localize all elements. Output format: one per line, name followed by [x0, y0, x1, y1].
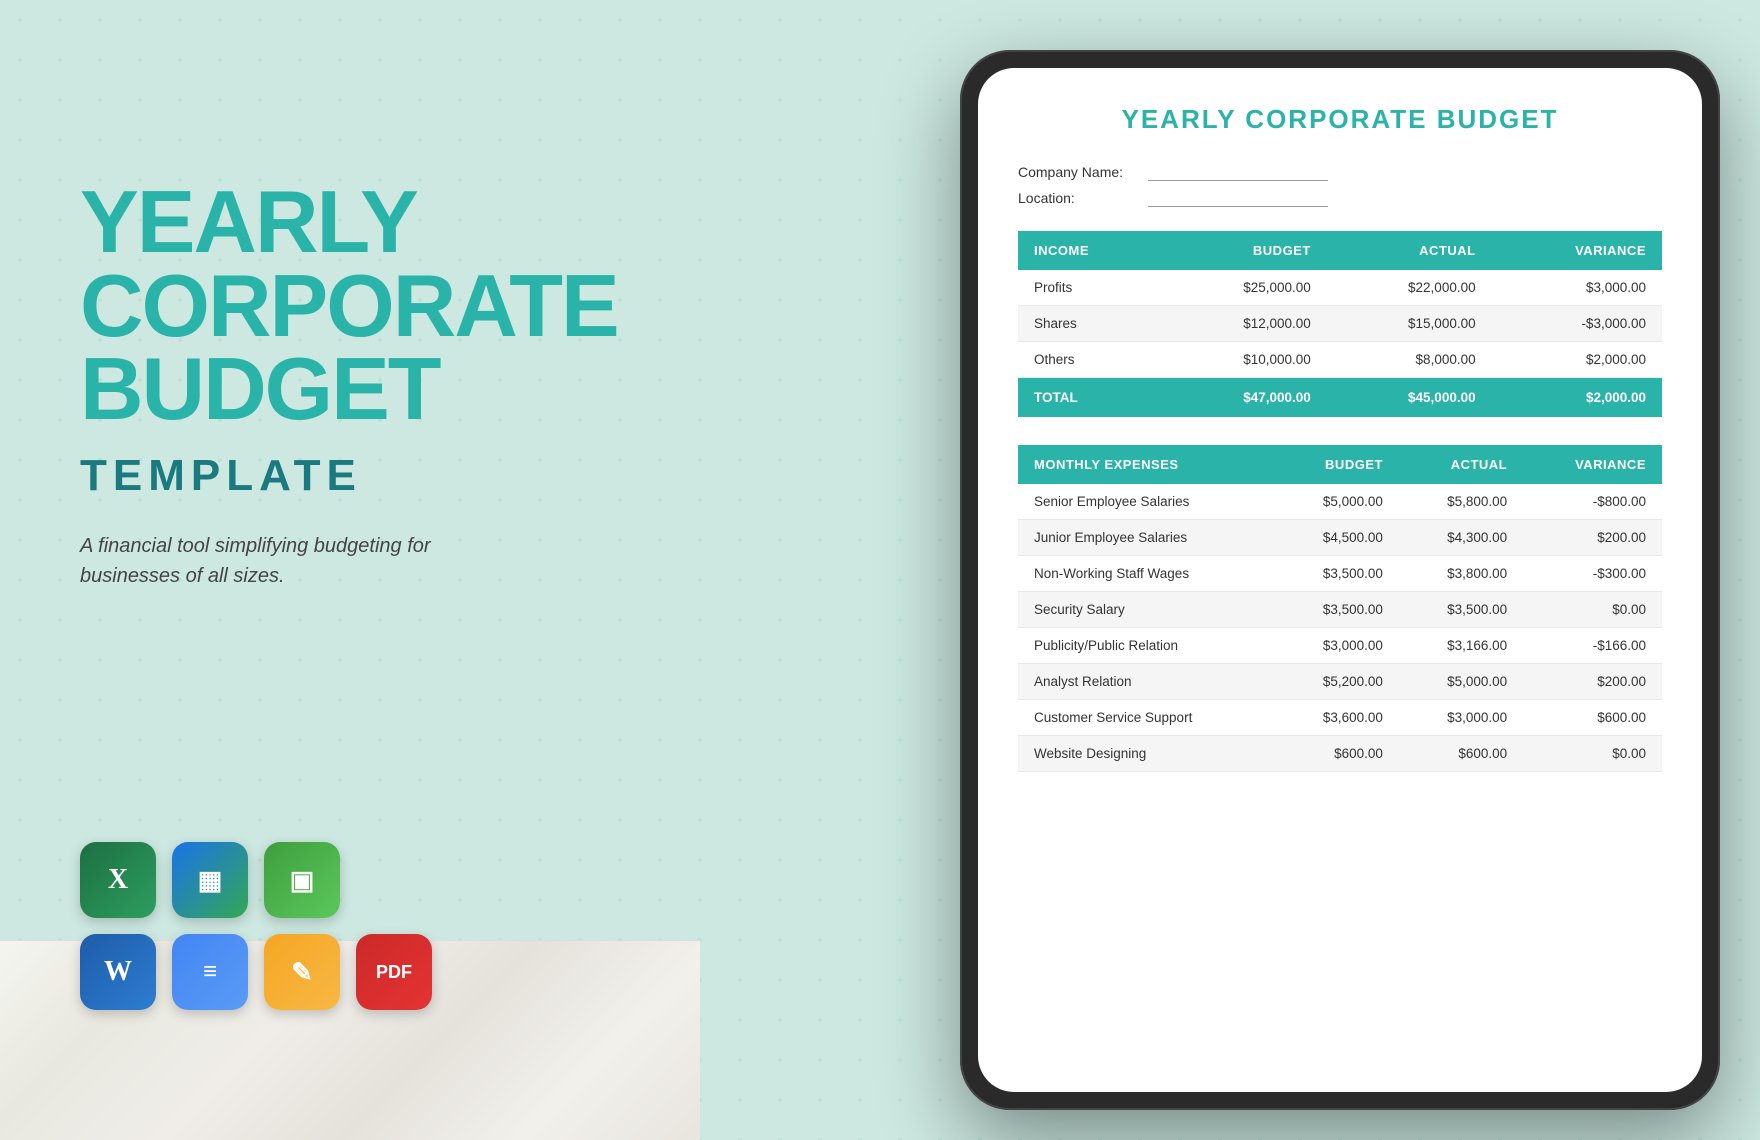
expenses-variance-header: VARIANCE — [1523, 445, 1662, 484]
expenses-row: Analyst Relation $5,200.00 $5,000.00 $20… — [1018, 664, 1662, 700]
expenses-row-budget: $600.00 — [1275, 736, 1399, 772]
screen-content: YEARLY CORPORATE BUDGET Company Name: Lo… — [978, 68, 1702, 1092]
income-row: Others $10,000.00 $8,000.00 $2,000.00 — [1018, 342, 1662, 378]
expenses-row-name: Non-Working Staff Wages — [1018, 556, 1275, 592]
income-table: INCOME BUDGET ACTUAL VARIANCE Profits $2… — [1018, 231, 1662, 417]
device-container: YEARLY CORPORATE BUDGET Company Name: Lo… — [960, 50, 1720, 1110]
expenses-row-name: Analyst Relation — [1018, 664, 1275, 700]
income-total-budget: $47,000.00 — [1162, 378, 1327, 418]
income-row-variance: $2,000.00 — [1492, 342, 1662, 378]
expenses-header-row: MONTHLY EXPENSES BUDGET ACTUAL VARIANCE — [1018, 445, 1662, 484]
income-total-actual: $45,000.00 — [1327, 378, 1492, 418]
left-panel: YEARLYCORPORATEBUDGET TEMPLATE A financi… — [80, 180, 600, 591]
expenses-row-variance: $0.00 — [1523, 736, 1662, 772]
income-row-actual: $8,000.00 — [1327, 342, 1492, 378]
subtitle: TEMPLATE — [80, 451, 600, 501]
income-row-budget: $10,000.00 — [1162, 342, 1327, 378]
expenses-row-budget: $5,200.00 — [1275, 664, 1399, 700]
expenses-row-variance: -$166.00 — [1523, 628, 1662, 664]
income-total-variance: $2,000.00 — [1492, 378, 1662, 418]
form-section: Company Name: Location: — [1018, 163, 1662, 207]
expenses-row-name: Customer Service Support — [1018, 700, 1275, 736]
docs-icon[interactable]: ≡ — [172, 934, 248, 1010]
company-name-field: Company Name: — [1018, 163, 1662, 181]
app-icons-row-2: W ≡ ✎ PDF — [80, 934, 432, 1010]
expenses-row: Customer Service Support $3,600.00 $3,00… — [1018, 700, 1662, 736]
company-name-label: Company Name: — [1018, 164, 1148, 180]
income-header-row: INCOME BUDGET ACTUAL VARIANCE — [1018, 231, 1662, 270]
expenses-row: Senior Employee Salaries $5,000.00 $5,80… — [1018, 484, 1662, 520]
expenses-row-variance: -$800.00 — [1523, 484, 1662, 520]
expenses-row-actual: $3,000.00 — [1399, 700, 1523, 736]
expenses-row-name: Junior Employee Salaries — [1018, 520, 1275, 556]
expenses-row-name: Website Designing — [1018, 736, 1275, 772]
expenses-row-name: Senior Employee Salaries — [1018, 484, 1275, 520]
device-screen: YEARLY CORPORATE BUDGET Company Name: Lo… — [978, 68, 1702, 1092]
expenses-row-budget: $5,000.00 — [1275, 484, 1399, 520]
expenses-row: Website Designing $600.00 $600.00 $0.00 — [1018, 736, 1662, 772]
expenses-table: MONTHLY EXPENSES BUDGET ACTUAL VARIANCE … — [1018, 445, 1662, 772]
expenses-budget-header: BUDGET — [1275, 445, 1399, 484]
numbers-icon[interactable]: ▣ — [264, 842, 340, 918]
income-row-name: Profits — [1018, 270, 1162, 306]
expenses-row-actual: $5,800.00 — [1399, 484, 1523, 520]
expenses-row-budget: $3,500.00 — [1275, 592, 1399, 628]
location-input[interactable] — [1148, 189, 1328, 207]
company-name-input[interactable] — [1148, 163, 1328, 181]
word-icon[interactable]: W — [80, 934, 156, 1010]
income-total-row: TOTAL $47,000.00 $45,000.00 $2,000.00 — [1018, 378, 1662, 418]
income-row-budget: $12,000.00 — [1162, 306, 1327, 342]
main-title: YEARLYCORPORATEBUDGET — [80, 180, 600, 431]
income-row-variance: -$3,000.00 — [1492, 306, 1662, 342]
app-icons-container: X ▦ ▣ W ≡ ✎ PDF — [80, 842, 432, 1010]
pages-icon[interactable]: ✎ — [264, 934, 340, 1010]
expenses-row: Security Salary $3,500.00 $3,500.00 $0.0… — [1018, 592, 1662, 628]
expenses-row-variance: -$300.00 — [1523, 556, 1662, 592]
expenses-row-variance: $200.00 — [1523, 520, 1662, 556]
expenses-row-actual: $600.00 — [1399, 736, 1523, 772]
income-row-actual: $15,000.00 — [1327, 306, 1492, 342]
location-field: Location: — [1018, 189, 1662, 207]
income-row-name: Shares — [1018, 306, 1162, 342]
expenses-row-actual: $4,300.00 — [1399, 520, 1523, 556]
pdf-icon[interactable]: PDF — [356, 934, 432, 1010]
description: A financial tool simplifying budgeting f… — [80, 531, 460, 591]
income-budget-header: BUDGET — [1162, 231, 1327, 270]
income-row-name: Others — [1018, 342, 1162, 378]
expenses-row-variance: $600.00 — [1523, 700, 1662, 736]
expenses-row-actual: $5,000.00 — [1399, 664, 1523, 700]
expenses-row: Non-Working Staff Wages $3,500.00 $3,800… — [1018, 556, 1662, 592]
expenses-row-actual: $3,500.00 — [1399, 592, 1523, 628]
expenses-row: Publicity/Public Relation $3,000.00 $3,1… — [1018, 628, 1662, 664]
income-row-budget: $25,000.00 — [1162, 270, 1327, 306]
income-row-variance: $3,000.00 — [1492, 270, 1662, 306]
income-variance-header: VARIANCE — [1492, 231, 1662, 270]
expenses-row-name: Security Salary — [1018, 592, 1275, 628]
expenses-actual-header: ACTUAL — [1399, 445, 1523, 484]
expenses-row-variance: $0.00 — [1523, 592, 1662, 628]
expenses-row-budget: $4,500.00 — [1275, 520, 1399, 556]
expenses-row-budget: $3,000.00 — [1275, 628, 1399, 664]
location-label: Location: — [1018, 190, 1148, 206]
expenses-row-name: Publicity/Public Relation — [1018, 628, 1275, 664]
expenses-row-budget: $3,600.00 — [1275, 700, 1399, 736]
income-col-header: INCOME — [1018, 231, 1162, 270]
expenses-row-actual: $3,166.00 — [1399, 628, 1523, 664]
spreadsheet-title: YEARLY CORPORATE BUDGET — [1018, 104, 1662, 135]
income-total-label: TOTAL — [1018, 378, 1162, 418]
expenses-row: Junior Employee Salaries $4,500.00 $4,30… — [1018, 520, 1662, 556]
income-row-actual: $22,000.00 — [1327, 270, 1492, 306]
expenses-row-actual: $3,800.00 — [1399, 556, 1523, 592]
app-icons-row-1: X ▦ ▣ — [80, 842, 432, 918]
expenses-row-variance: $200.00 — [1523, 664, 1662, 700]
expenses-row-budget: $3,500.00 — [1275, 556, 1399, 592]
excel-icon[interactable]: X — [80, 842, 156, 918]
sheets-icon[interactable]: ▦ — [172, 842, 248, 918]
income-row: Shares $12,000.00 $15,000.00 -$3,000.00 — [1018, 306, 1662, 342]
income-actual-header: ACTUAL — [1327, 231, 1492, 270]
income-row: Profits $25,000.00 $22,000.00 $3,000.00 — [1018, 270, 1662, 306]
expenses-col-header: MONTHLY EXPENSES — [1018, 445, 1275, 484]
device-frame: YEARLY CORPORATE BUDGET Company Name: Lo… — [960, 50, 1720, 1110]
